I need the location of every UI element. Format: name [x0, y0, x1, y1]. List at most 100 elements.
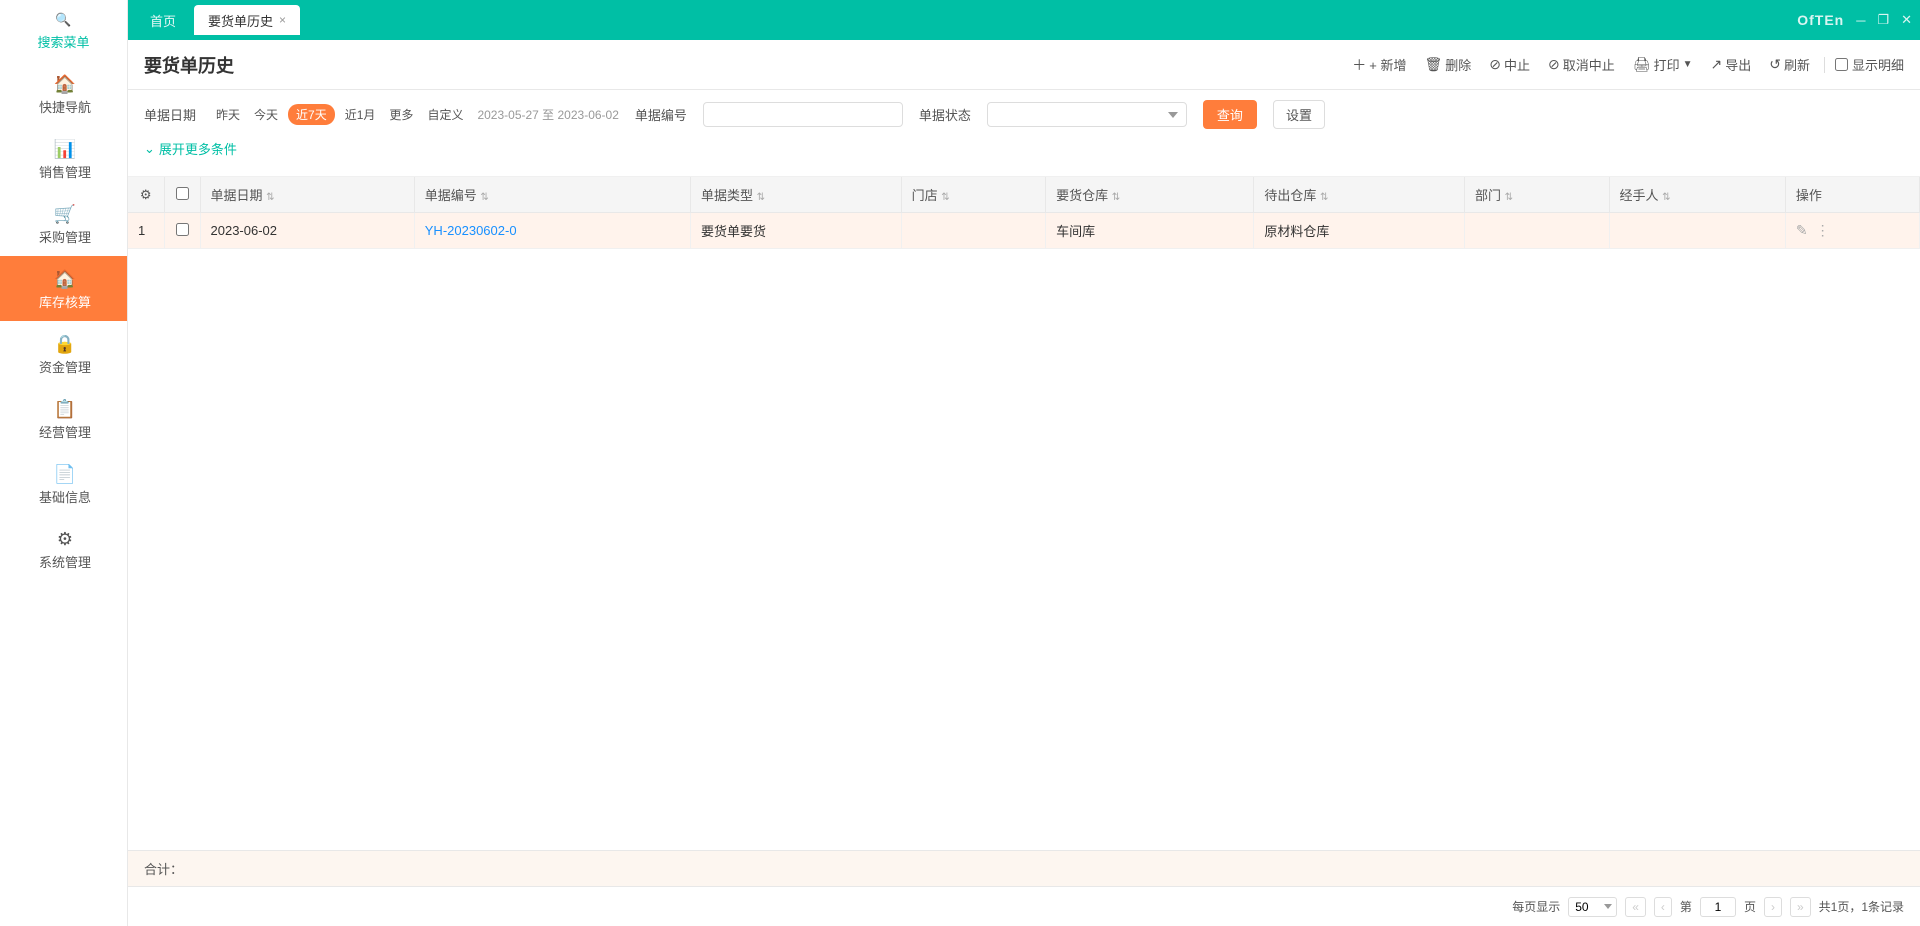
- sort-docno-icon[interactable]: ⇅: [480, 192, 488, 203]
- sort-req-warehouse-icon[interactable]: ⇅: [1112, 192, 1120, 203]
- sidebar-item-label: 库存核算: [39, 292, 91, 311]
- print-icon: 🖨: [1633, 56, 1651, 73]
- refresh-label: 刷新: [1784, 55, 1810, 74]
- date-range-display: 2023-05-27 至 2023-06-02: [477, 106, 618, 123]
- sidebar-item-sales[interactable]: 📊 销售管理: [0, 126, 127, 191]
- date-opt-last-month[interactable]: 近1月: [341, 105, 380, 124]
- col-department: 部门 ⇅: [1464, 177, 1609, 213]
- cancel-stop-button[interactable]: ⊘ 取消中止: [1544, 53, 1619, 76]
- stop-button[interactable]: ⊘ 中止: [1485, 53, 1534, 76]
- display-detail-label: 显示明细: [1852, 55, 1904, 74]
- filter-area: 单据日期 昨天 今天 近7天 近1月 更多 自定义 2023-05-27 至 2…: [128, 90, 1920, 177]
- doc-no-input[interactable]: [703, 102, 903, 127]
- cell-date: 2023-06-02: [200, 213, 414, 249]
- display-detail-input[interactable]: [1835, 58, 1848, 71]
- date-filter-label: 单据日期: [144, 105, 196, 124]
- minimize-btn[interactable]: ─: [1856, 13, 1865, 28]
- tab-home[interactable]: 首页: [136, 5, 190, 35]
- more-icon[interactable]: ⋮: [1816, 222, 1830, 239]
- sort-doctype-icon[interactable]: ⇅: [757, 192, 765, 203]
- col-check: [164, 177, 200, 213]
- data-table: ⚙ 单据日期 ⇅ 单据编号 ⇅: [128, 177, 1920, 249]
- page-size-select[interactable]: 10 20 50 100: [1568, 897, 1617, 917]
- close-btn[interactable]: ✕: [1901, 12, 1912, 28]
- sort-pending-warehouse-icon[interactable]: ⇅: [1320, 192, 1328, 203]
- inventory-icon: 🏠: [54, 270, 76, 288]
- page-header: 要货单历史 ＋ + 新增 🗑 删除 ⊘ 中止 ⊘ 取消中止: [128, 40, 1920, 90]
- plus-icon: ＋: [1352, 55, 1366, 75]
- new-button[interactable]: ＋ + 新增: [1348, 53, 1410, 77]
- sidebar-search-label: 搜索菜单: [37, 32, 89, 51]
- current-page-input[interactable]: [1700, 897, 1736, 917]
- query-button[interactable]: 查询: [1203, 100, 1257, 129]
- sidebar-item-purchase[interactable]: 🛒 采购管理: [0, 191, 127, 256]
- next-page-btn[interactable]: ›: [1764, 897, 1782, 917]
- row-check[interactable]: [176, 223, 189, 236]
- table-header-row: ⚙ 单据日期 ⇅ 单据编号 ⇅: [128, 177, 1920, 213]
- col-date: 单据日期 ⇅: [200, 177, 414, 213]
- table-row: 1 2023-06-02 YH-20230602-0 要货单要货 车间库 原材料…: [128, 213, 1920, 249]
- first-page-btn[interactable]: «: [1625, 897, 1646, 917]
- delete-button[interactable]: 🗑 删除: [1420, 53, 1475, 76]
- date-opt-yesterday[interactable]: 昨天: [212, 105, 244, 124]
- col-doc-type: 单据类型 ⇅: [690, 177, 901, 213]
- col-doc-no: 单据编号 ⇅: [414, 177, 690, 213]
- app-name: OfTEn: [1797, 12, 1844, 28]
- home-icon: 🏠: [54, 75, 76, 93]
- settings-icon[interactable]: ⚙: [140, 187, 152, 202]
- page-suffix-label: 页: [1744, 898, 1756, 915]
- sort-dept-icon[interactable]: ⇅: [1505, 192, 1513, 203]
- restore-btn[interactable]: ❐: [1877, 12, 1889, 28]
- sidebar-item-operation[interactable]: 📋 经营管理: [0, 386, 127, 451]
- lock-icon: 🔒: [54, 335, 76, 353]
- delete-icon: 🗑: [1424, 56, 1442, 73]
- sidebar-item-label: 采购管理: [39, 227, 91, 246]
- pagination-bar: 每页显示 10 20 50 100 « ‹ 第 页 › » 共1页，1条记录: [128, 886, 1920, 926]
- tab-bar: 首页 要货单历史 × OfTEn ─ ❐ ✕: [128, 0, 1920, 40]
- summary-label: 合计：: [144, 859, 183, 878]
- doc-no-link[interactable]: YH-20230602-0: [425, 223, 517, 238]
- date-opt-today[interactable]: 今天: [250, 105, 282, 124]
- search-icon: 🔍: [55, 12, 71, 28]
- tab-close-icon[interactable]: ×: [279, 13, 286, 27]
- status-select[interactable]: [987, 102, 1187, 127]
- sort-store-icon[interactable]: ⇅: [941, 192, 949, 203]
- refresh-icon: ↺: [1769, 56, 1781, 73]
- sidebar-item-basic[interactable]: 📄 基础信息: [0, 451, 127, 516]
- sort-date-icon[interactable]: ⇅: [266, 192, 274, 203]
- tab-order-history-label: 要货单历史: [208, 11, 273, 30]
- sidebar-item-label: 快捷导航: [39, 97, 91, 116]
- sidebar-item-label: 经营管理: [39, 422, 91, 441]
- sidebar-item-inventory[interactable]: 🏠 库存核算: [0, 256, 127, 321]
- tab-home-label: 首页: [150, 11, 176, 30]
- chart-icon: 📊: [54, 140, 76, 158]
- sidebar-item-system[interactable]: ⚙ 系统管理: [0, 516, 127, 581]
- filter-row-1: 单据日期 昨天 今天 近7天 近1月 更多 自定义 2023-05-27 至 2…: [144, 100, 1904, 129]
- settings-button[interactable]: 设置: [1273, 100, 1325, 129]
- date-opt-last7[interactable]: 近7天: [288, 104, 335, 125]
- footer-summary: 合计：: [128, 850, 1920, 886]
- expand-more-btn[interactable]: ⌄ 展开更多条件: [144, 135, 237, 162]
- date-opt-custom[interactable]: 自定义: [423, 105, 467, 124]
- prev-page-btn[interactable]: ‹: [1654, 897, 1672, 917]
- date-options: 昨天 今天 近7天 近1月 更多 自定义 2023-05-27 至 2023-0…: [212, 104, 619, 125]
- edit-icon[interactable]: ✎: [1796, 222, 1808, 239]
- content-area: 要货单历史 ＋ + 新增 🗑 删除 ⊘ 中止 ⊘ 取消中止: [128, 40, 1920, 926]
- sidebar-item-label: 系统管理: [39, 552, 91, 571]
- tab-order-history[interactable]: 要货单历史 ×: [194, 5, 300, 35]
- date-opt-more[interactable]: 更多: [385, 105, 417, 124]
- sidebar-item-finance[interactable]: 🔒 资金管理: [0, 321, 127, 386]
- sidebar-item-quick-nav[interactable]: 🏠 快捷导航: [0, 61, 127, 126]
- export-button[interactable]: ↗ 导出: [1706, 53, 1755, 76]
- check-all-input[interactable]: [176, 187, 189, 200]
- last-page-btn[interactable]: »: [1790, 897, 1811, 917]
- sort-handler-icon[interactable]: ⇅: [1662, 192, 1670, 203]
- document-icon: 📄: [54, 465, 76, 483]
- cell-handler: [1609, 213, 1785, 249]
- refresh-button[interactable]: ↺ 刷新: [1765, 53, 1814, 76]
- main-area: 首页 要货单历史 × OfTEn ─ ❐ ✕ 要货单历史 ＋ + 新增 🗑: [128, 0, 1920, 926]
- tab-bar-right: OfTEn ─ ❐ ✕: [1797, 12, 1912, 28]
- print-button[interactable]: 🖨 打印 ▼: [1629, 53, 1697, 76]
- sidebar-search[interactable]: 🔍 搜索菜单: [0, 0, 127, 61]
- display-detail-checkbox[interactable]: 显示明细: [1835, 55, 1904, 74]
